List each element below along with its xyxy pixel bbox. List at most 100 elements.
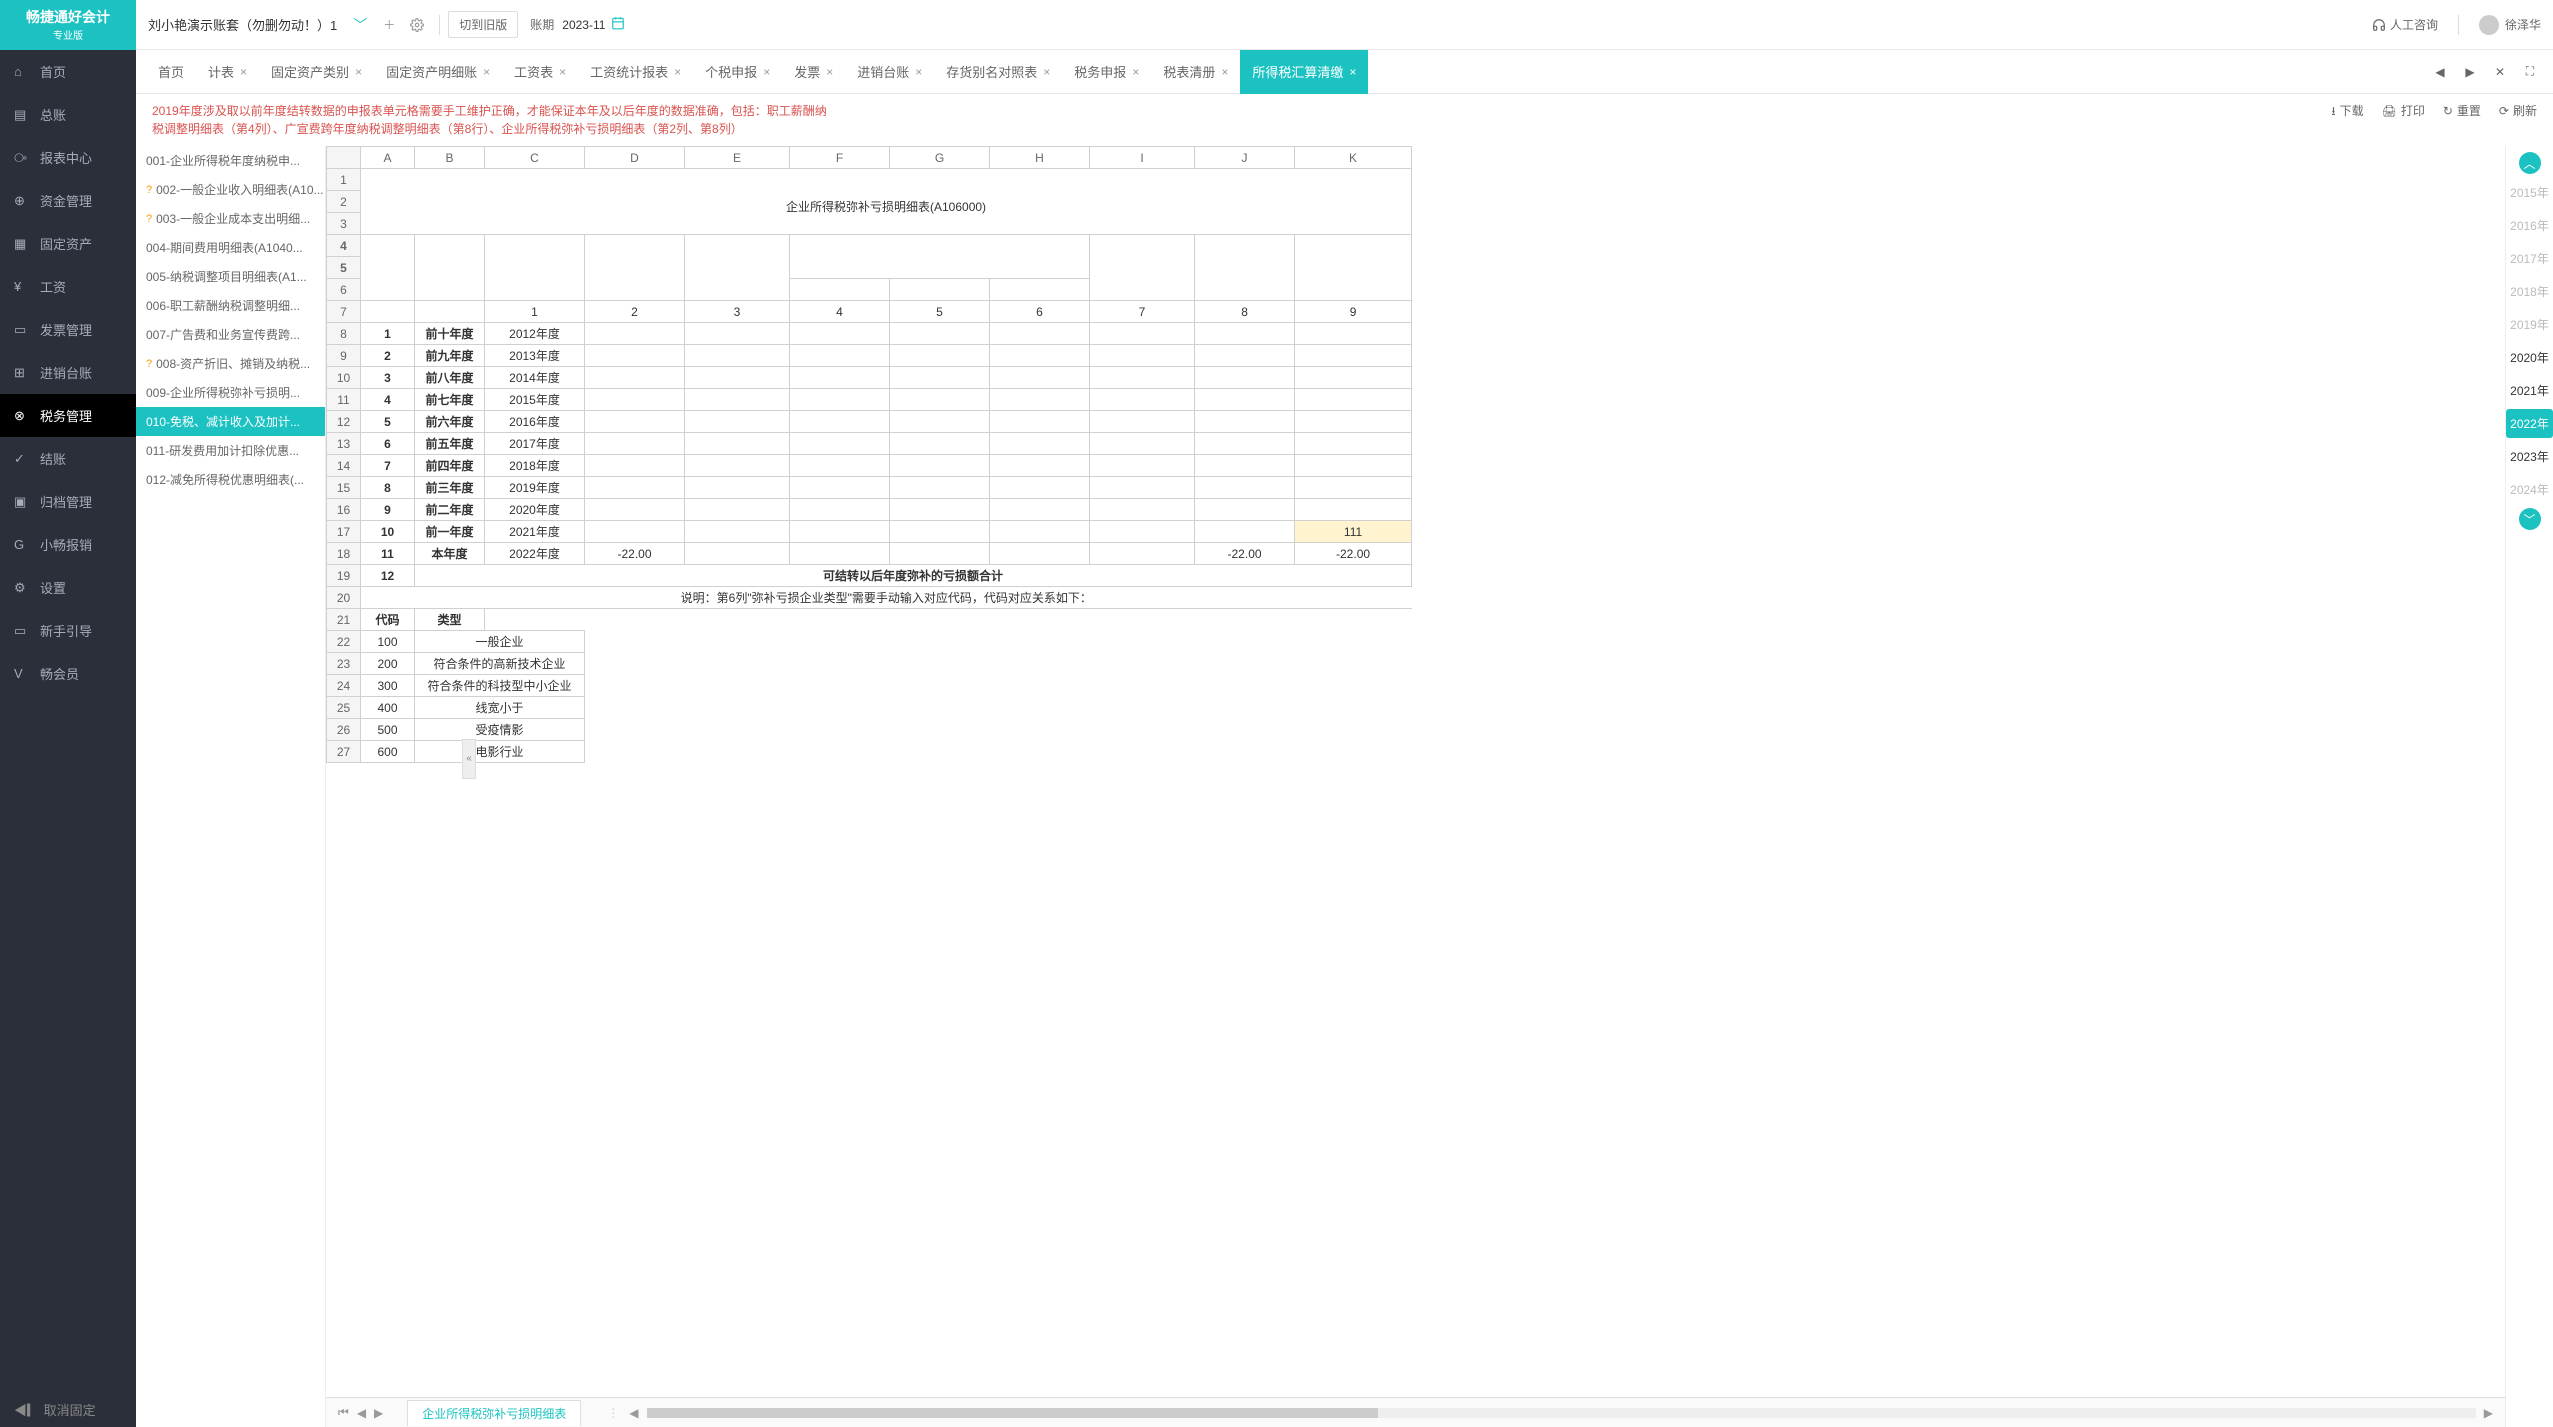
year-option[interactable]: 2016年 (2506, 211, 2553, 240)
table-row[interactable]: 158前三年度2019年度 (327, 477, 1412, 499)
year-option[interactable]: 2019年 (2506, 310, 2553, 339)
year-option[interactable]: 2022年 (2506, 409, 2553, 438)
tab-12[interactable]: 所得税汇算清缴 × (1240, 50, 1368, 94)
year-option[interactable]: 2015年 (2506, 178, 2553, 207)
table-row[interactable]: 81前十年度2012年度 (327, 323, 1412, 345)
sidebar-item-6[interactable]: ▭发票管理 (0, 308, 136, 351)
close-icon[interactable]: × (1132, 65, 1139, 79)
col-header[interactable]: K (1295, 147, 1412, 169)
user-menu[interactable]: 徐泽华 (2479, 15, 2541, 35)
col-header[interactable]: D (585, 147, 685, 169)
close-icon[interactable]: × (240, 65, 247, 79)
col-header[interactable]: E (685, 147, 790, 169)
period-value[interactable]: 2023-11 (562, 18, 605, 32)
table-row[interactable]: 147前四年度2018年度 (327, 455, 1412, 477)
year-option[interactable]: 2023年 (2506, 442, 2553, 471)
year-option[interactable]: 2020年 (2506, 343, 2553, 372)
year-option[interactable]: 2018年 (2506, 277, 2553, 306)
reset-button[interactable]: ↻ 重置 (2443, 102, 2481, 120)
form-list-item[interactable]: 007-广告费和业务宣传费跨... (136, 320, 325, 349)
form-list-item[interactable]: 001-企业所得税年度纳税申... (136, 146, 325, 175)
sidebar-item-13[interactable]: ▭新手引导 (0, 609, 136, 652)
hscrollbar[interactable] (647, 1408, 2476, 1418)
sidebar-item-3[interactable]: ⊕资金管理 (0, 179, 136, 222)
col-header[interactable]: J (1195, 147, 1295, 169)
form-list-item[interactable]: ?003-一般企业成本支出明细... (136, 204, 325, 233)
expand-icon[interactable]: ⛶ (2517, 59, 2543, 85)
print-button[interactable]: 🖨 打印 (2382, 102, 2425, 120)
sidebar-item-10[interactable]: ▣归档管理 (0, 480, 136, 523)
col-header[interactable]: G (890, 147, 990, 169)
close-icon[interactable]: × (674, 65, 681, 79)
tab-10[interactable]: 税务申报 × (1062, 50, 1151, 94)
calendar-icon[interactable] (611, 16, 625, 33)
form-list-item[interactable]: 006-职工薪酬纳税调整明细... (136, 291, 325, 320)
sheet-tab[interactable]: 企业所得税弥补亏损明细表 (407, 1400, 581, 1426)
year-option[interactable]: 2017年 (2506, 244, 2553, 273)
col-header[interactable]: F (790, 147, 890, 169)
form-list-item[interactable]: 011-研发费用加计扣除优惠... (136, 436, 325, 465)
table-row[interactable]: 136前五年度2017年度 (327, 433, 1412, 455)
sidebar-item-8[interactable]: ⊗税务管理 (0, 394, 136, 437)
sheet-prev-icon[interactable]: ◀ (353, 1406, 370, 1420)
account-dropdown-icon[interactable]: ﹀ (353, 15, 367, 35)
year-option[interactable]: 2024年 (2506, 475, 2553, 504)
sidebar-item-7[interactable]: ⊞进销台账 (0, 351, 136, 394)
table-row[interactable]: 103前八年度2014年度 (327, 367, 1412, 389)
tab-5[interactable]: 工资统计报表 × (578, 50, 693, 94)
close-icon[interactable]: × (483, 65, 490, 79)
tab-9[interactable]: 存货别名对照表 × (934, 50, 1062, 94)
col-header[interactable]: A (361, 147, 415, 169)
spreadsheet[interactable]: ABCDEFGHIJK1企业所得税弥补亏损明细表(A106000)234行次项目… (326, 146, 2505, 1397)
close-icon[interactable]: × (826, 65, 833, 79)
year-option[interactable]: 2021年 (2506, 376, 2553, 405)
sidebar-item-4[interactable]: ▦固定资产 (0, 222, 136, 265)
gear-icon[interactable] (407, 15, 427, 35)
tab-6[interactable]: 个税申报 × (693, 50, 782, 94)
collapse-handle-icon[interactable]: « (462, 739, 476, 779)
tab-close-icon[interactable]: ✕ (2487, 59, 2513, 85)
refresh-button[interactable]: ⟳ 刷新 (2499, 102, 2537, 120)
sheet-first-icon[interactable]: ⏮ (334, 1405, 353, 1420)
sidebar-item-14[interactable]: V畅会员 (0, 652, 136, 695)
tab-4[interactable]: 工资表 × (502, 50, 578, 94)
sidebar-item-12[interactable]: ⚙设置 (0, 566, 136, 609)
tab-3[interactable]: 固定资产明细账 × (374, 50, 502, 94)
sidebar-item-0[interactable]: ⌂首页 (0, 50, 136, 93)
close-icon[interactable]: × (915, 65, 922, 79)
form-list-item[interactable]: 009-企业所得税弥补亏损明... (136, 378, 325, 407)
tab-next-icon[interactable]: ▶ (2457, 59, 2483, 85)
col-header[interactable]: I (1090, 147, 1195, 169)
add-icon[interactable]: ＋ (379, 15, 399, 35)
hscroll-right-icon[interactable]: ▶ (2480, 1406, 2497, 1420)
rail-down-icon[interactable]: ﹀ (2519, 508, 2541, 530)
close-icon[interactable]: × (559, 65, 566, 79)
close-icon[interactable]: × (1349, 65, 1356, 79)
tab-7[interactable]: 发票 × (782, 50, 845, 94)
table-row[interactable]: 1811本年度2022年度-22.00-22.00-22.00 (327, 543, 1412, 565)
table-row[interactable]: 125前六年度2016年度 (327, 411, 1412, 433)
sidebar-item-5[interactable]: ¥工资 (0, 265, 136, 308)
tab-11[interactable]: 税表清册 × (1151, 50, 1240, 94)
table-row[interactable]: 92前九年度2013年度 (327, 345, 1412, 367)
unpin-button[interactable]: ◀▎ 取消固定 (0, 1392, 136, 1427)
hscroll-left-icon[interactable]: ◀ (625, 1406, 642, 1420)
table-row[interactable]: 1710前一年度2021年度111 (327, 521, 1412, 543)
table-row[interactable]: 114前七年度2015年度 (327, 389, 1412, 411)
sidebar-item-1[interactable]: ▤总账 (0, 93, 136, 136)
form-list-item[interactable]: 004-期间费用明细表(A1040... (136, 233, 325, 262)
sidebar-item-9[interactable]: ✓结账 (0, 437, 136, 480)
form-list-item[interactable]: 012-减免所得税优惠明细表(... (136, 465, 325, 494)
col-header[interactable]: C (485, 147, 585, 169)
form-list-item[interactable]: 010-免税、减计收入及加计... (136, 407, 325, 436)
table-row[interactable]: 169前二年度2020年度 (327, 499, 1412, 521)
col-header[interactable]: H (990, 147, 1090, 169)
tab-8[interactable]: 进销台账 × (845, 50, 934, 94)
tab-prev-icon[interactable]: ◀ (2427, 59, 2453, 85)
close-icon[interactable]: × (355, 65, 362, 79)
tab-0[interactable]: 首页 (146, 50, 196, 94)
close-icon[interactable]: × (763, 65, 770, 79)
tab-1[interactable]: 计表 × (196, 50, 259, 94)
col-header[interactable]: B (415, 147, 485, 169)
rail-up-icon[interactable]: ︿ (2519, 152, 2541, 174)
